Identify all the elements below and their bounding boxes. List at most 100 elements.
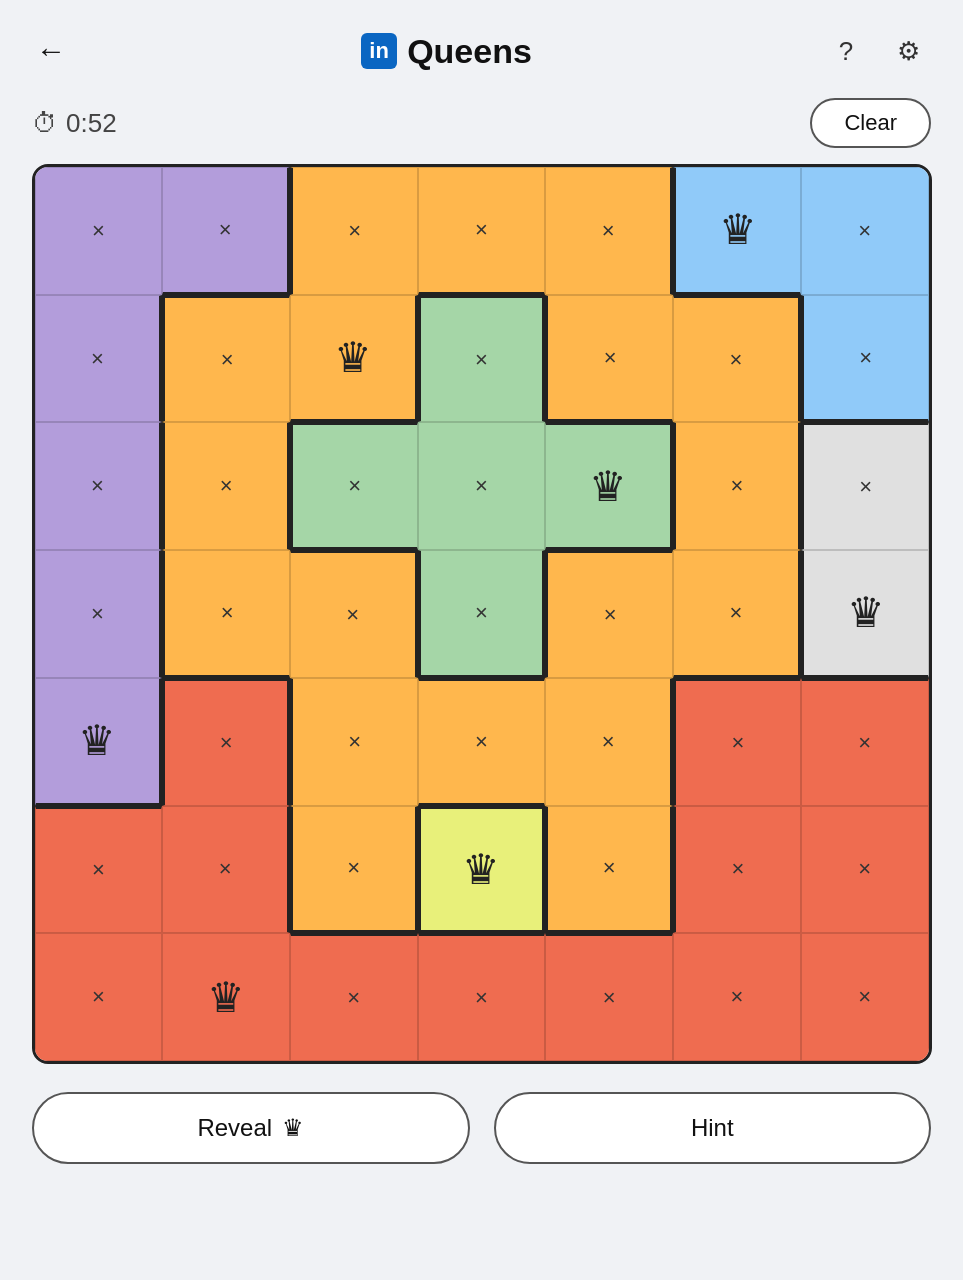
x-mark: ×	[348, 729, 361, 755]
grid-cell[interactable]: ×	[673, 806, 801, 934]
grid-cell[interactable]: ×	[545, 678, 673, 806]
x-mark: ×	[348, 218, 361, 244]
game-grid: ×××××♛×××♛××××××××♛××××××××♛♛×××××××××♛×…	[32, 164, 932, 1064]
grid-cell[interactable]: ×	[801, 295, 929, 423]
x-mark: ×	[475, 985, 488, 1011]
hint-button[interactable]: Hint	[494, 1092, 932, 1164]
grid-cell[interactable]: ×	[801, 167, 929, 295]
queen-piece: ♛	[78, 716, 116, 765]
grid-cell[interactable]: ×	[418, 295, 546, 423]
grid-cell[interactable]: ♛	[162, 933, 290, 1061]
x-mark: ×	[221, 347, 234, 373]
grid-cell[interactable]: ×	[290, 678, 418, 806]
grid-cell[interactable]: ×	[545, 550, 673, 678]
grid-cell[interactable]: ×	[162, 678, 290, 806]
grid-cell[interactable]: ×	[162, 167, 290, 295]
x-mark: ×	[475, 473, 488, 499]
grid-cell[interactable]: ×	[801, 678, 929, 806]
grid-cell[interactable]: ×	[162, 550, 290, 678]
grid-cell[interactable]: ♛	[801, 550, 929, 678]
grid-cell[interactable]: ×	[418, 167, 546, 295]
grid-cell[interactable]: ×	[290, 422, 418, 550]
grid-cell[interactable]: ×	[162, 806, 290, 934]
grid-cell[interactable]: ♛	[673, 167, 801, 295]
x-mark: ×	[92, 857, 105, 883]
x-mark: ×	[730, 984, 743, 1010]
x-mark: ×	[91, 601, 104, 627]
header: ← in Queens ? ⚙	[0, 0, 963, 90]
timer: ⏱ 0:52	[32, 108, 117, 139]
grid-cell[interactable]: ×	[545, 167, 673, 295]
grid-cell[interactable]: ×	[418, 550, 546, 678]
grid-cell[interactable]: ♛	[35, 678, 163, 806]
grid-cell[interactable]: ×	[290, 167, 418, 295]
x-mark: ×	[603, 855, 616, 881]
grid-cell[interactable]: ×	[801, 422, 929, 550]
bottom-row: Reveal ♛ Hint	[0, 1064, 963, 1184]
grid-cell[interactable]: ×	[673, 422, 801, 550]
help-button[interactable]: ?	[823, 28, 869, 74]
reveal-button[interactable]: Reveal ♛	[32, 1092, 470, 1164]
x-mark: ×	[730, 473, 743, 499]
x-mark: ×	[731, 856, 744, 882]
timer-icon: ⏱	[32, 108, 58, 139]
grid-cell[interactable]: ♛	[290, 295, 418, 423]
clear-button[interactable]: Clear	[810, 98, 931, 148]
grid-cell[interactable]: ×	[290, 806, 418, 934]
x-mark: ×	[92, 218, 105, 244]
x-mark: ×	[858, 856, 871, 882]
grid-cell[interactable]: ×	[673, 295, 801, 423]
queen-piece: ♛	[847, 588, 885, 637]
grid-cell[interactable]: ×	[418, 678, 546, 806]
grid-cell[interactable]: ×	[35, 167, 163, 295]
linkedin-icon: in	[361, 33, 397, 69]
grid-cell[interactable]: ×	[162, 295, 290, 423]
grid-cell[interactable]: ×	[545, 295, 673, 423]
x-mark: ×	[348, 473, 361, 499]
grid-cell[interactable]: ×	[35, 550, 163, 678]
x-mark: ×	[475, 217, 488, 243]
grid-cell[interactable]: ×	[290, 550, 418, 678]
x-mark: ×	[219, 856, 232, 882]
timer-display: 0:52	[66, 108, 117, 139]
x-mark: ×	[604, 602, 617, 628]
x-mark: ×	[475, 729, 488, 755]
settings-button[interactable]: ⚙	[885, 28, 931, 74]
x-mark: ×	[602, 218, 615, 244]
grid-cell[interactable]: ×	[418, 422, 546, 550]
grid-cell[interactable]: ×	[545, 806, 673, 934]
x-mark: ×	[475, 347, 488, 373]
grid-cell[interactable]: ×	[290, 933, 418, 1061]
x-mark: ×	[220, 473, 233, 499]
grid-cell[interactable]: ×	[35, 295, 163, 423]
controls-row: ⏱ 0:52 Clear	[0, 90, 963, 164]
header-icons: ? ⚙	[823, 28, 931, 74]
grid-cell[interactable]: ♛	[418, 806, 546, 934]
grid-cell[interactable]: ×	[545, 933, 673, 1061]
queen-piece: ♛	[334, 333, 372, 382]
x-mark: ×	[729, 600, 742, 626]
grid-cell[interactable]: ×	[801, 933, 929, 1061]
grid-cell[interactable]: ×	[162, 422, 290, 550]
x-mark: ×	[221, 600, 234, 626]
x-mark: ×	[92, 984, 105, 1010]
queen-piece: ♛	[719, 205, 757, 254]
grid-cell[interactable]: ×	[673, 550, 801, 678]
x-mark: ×	[219, 217, 232, 243]
queen-piece: ♛	[207, 973, 245, 1022]
grid-cell[interactable]: ×	[35, 933, 163, 1061]
back-button[interactable]: ←	[32, 30, 70, 72]
x-mark: ×	[858, 730, 871, 756]
grid-cell[interactable]: ×	[35, 806, 163, 934]
page-title: in Queens	[361, 32, 532, 71]
x-mark: ×	[347, 855, 360, 881]
x-mark: ×	[729, 347, 742, 373]
grid-cell[interactable]: ♛	[545, 422, 673, 550]
x-mark: ×	[475, 600, 488, 626]
x-mark: ×	[603, 985, 616, 1011]
grid-cell[interactable]: ×	[673, 933, 801, 1061]
grid-cell[interactable]: ×	[35, 422, 163, 550]
grid-cell[interactable]: ×	[801, 806, 929, 934]
grid-cell[interactable]: ×	[418, 933, 546, 1061]
grid-cell[interactable]: ×	[673, 678, 801, 806]
